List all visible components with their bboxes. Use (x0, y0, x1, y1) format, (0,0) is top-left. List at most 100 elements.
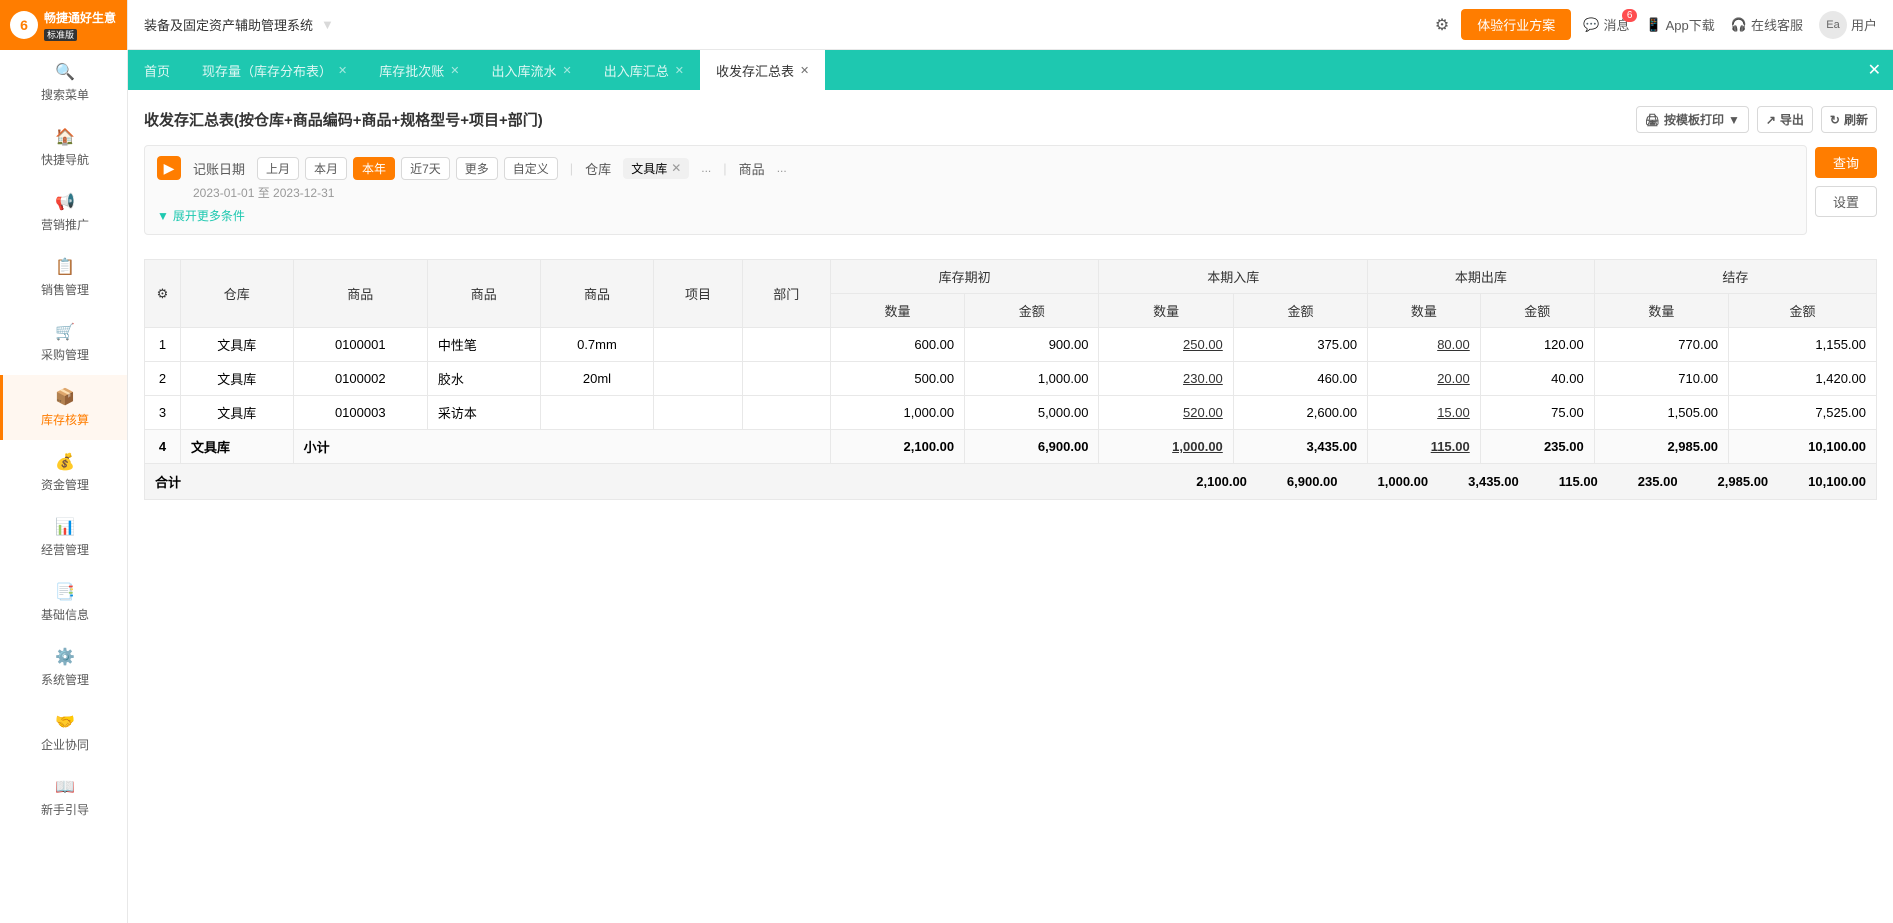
experience-btn[interactable]: 体验行业方案 (1461, 9, 1571, 40)
date-btn-7days[interactable]: 近7天 (401, 157, 450, 180)
warehouse-tag: 文具库 ✕ (623, 158, 689, 179)
sidebar-item-system[interactable]: ⚙️ 系统管理 (0, 635, 127, 700)
subtotal-out-qty[interactable]: 115.00 (1368, 430, 1481, 464)
tab-close-inventory-dist[interactable]: ✕ (338, 64, 347, 77)
page-title: 收发存汇总表(按仓库+商品编码+商品+规格型号+项目+部门) (144, 109, 543, 130)
row1-warehouse: 文具库 (181, 328, 294, 362)
row1-out-qty[interactable]: 80.00 (1368, 328, 1481, 362)
row1-in-qty-link[interactable]: 250.00 (1183, 337, 1223, 352)
date-btn-last-month[interactable]: 上月 (257, 157, 299, 180)
col-department-header: 部门 (742, 260, 830, 328)
sidebar-item-finance[interactable]: 💰 资金管理 (0, 440, 127, 505)
export-btn[interactable]: ↗ 导出 (1757, 106, 1813, 133)
warehouse-tag-close[interactable]: ✕ (671, 161, 681, 175)
goods-more-btn[interactable]: ... (777, 161, 787, 175)
total-opening-amt: 6,900.00 (1287, 474, 1338, 489)
tab-receivable-summary[interactable]: 收发存汇总表 ✕ (700, 50, 825, 90)
tab-close-inout-summary[interactable]: ✕ (675, 64, 684, 77)
sidebar-item-sales[interactable]: 📋 销售管理 (0, 245, 127, 310)
content-area: 收发存汇总表(按仓库+商品编码+商品+规格型号+项目+部门) 🖨 按模板打印 ▼… (128, 90, 1893, 923)
home-icon: 🏠 (55, 127, 75, 147)
query-btn[interactable]: 查询 (1815, 147, 1877, 178)
row1-out-amt: 120.00 (1480, 328, 1594, 362)
tab-inout-flow[interactable]: 出入库流水 ✕ (475, 50, 587, 90)
table-settings-col[interactable]: ⚙ (145, 260, 181, 328)
sidebar-item-inventory[interactable]: 📦 库存核算 (0, 375, 127, 440)
row2-no: 2 (145, 362, 181, 396)
col-warehouse-header: 仓库 (181, 260, 294, 328)
sidebar-item-marketing[interactable]: 📢 营销推广 (0, 180, 127, 245)
row2-dept (742, 362, 830, 396)
sidebar-item-enterprise[interactable]: 🤝 企业协同 (0, 700, 127, 765)
subtotal-warehouse: 文具库 (181, 430, 294, 464)
gear-icon[interactable]: ⚙ (1435, 15, 1449, 35)
row1-out-qty-link[interactable]: 80.00 (1437, 337, 1470, 352)
tab-close-inout-flow[interactable]: ✕ (563, 64, 572, 77)
app-download-item[interactable]: 📱 App下载 (1645, 15, 1714, 34)
row3-project (654, 396, 742, 430)
sidebar-item-operations[interactable]: 📊 经营管理 (0, 505, 127, 570)
col-in-amt-header: 金额 (1233, 294, 1367, 328)
row2-out-qty[interactable]: 20.00 (1368, 362, 1481, 396)
row1-spec: 0.7mm (540, 328, 654, 362)
purchase-icon: 🛒 (55, 322, 75, 342)
page-title-actions: 🖨 按模板打印 ▼ ↗ 导出 ↻ 刷新 (1636, 106, 1877, 133)
sidebar-item-search[interactable]: 🔍 搜索菜单 (0, 50, 127, 115)
chevron-down-icon: ▼ (157, 209, 169, 223)
tab-home[interactable]: 首页 (128, 50, 186, 90)
finance-icon: 💰 (55, 452, 75, 472)
row2-in-qty[interactable]: 230.00 (1099, 362, 1233, 396)
col-project-header: 项目 (654, 260, 742, 328)
row3-in-qty[interactable]: 520.00 (1099, 396, 1233, 430)
subtotal-out-qty-link[interactable]: 115.00 (1431, 439, 1470, 454)
subtotal-in-qty[interactable]: 1,000.00 (1099, 430, 1233, 464)
table-settings-icon[interactable]: ⚙ (157, 286, 169, 301)
sidebar-item-basic-info[interactable]: 📑 基础信息 (0, 570, 127, 635)
user-item[interactable]: Ea 用户 (1819, 11, 1877, 39)
row1-opening-amt: 900.00 (965, 328, 1099, 362)
warehouse-more-btn[interactable]: ... (701, 161, 711, 175)
settings-filter-btn[interactable]: 设置 (1815, 186, 1877, 217)
sidebar-item-purchase[interactable]: 🛒 采购管理 (0, 310, 127, 375)
inventory-icon: 📦 (55, 387, 75, 407)
tab-close-batch[interactable]: ✕ (450, 64, 459, 77)
online-service-item[interactable]: 🎧 在线客服 (1731, 15, 1803, 34)
sidebar-item-quick-nav[interactable]: 🏠 快捷导航 (0, 115, 127, 180)
tab-batch[interactable]: 库存批次账 ✕ (363, 50, 475, 90)
row3-closing-amt: 7,525.00 (1729, 396, 1877, 430)
subtotal-in-qty-link[interactable]: 1,000.00 (1172, 439, 1223, 454)
date-btn-this-year[interactable]: 本年 (353, 157, 395, 180)
date-btn-this-month[interactable]: 本月 (305, 157, 347, 180)
tab-inout-summary[interactable]: 出入库汇总 ✕ (588, 50, 700, 90)
col-opening-amt-header: 金额 (965, 294, 1099, 328)
date-btn-custom[interactable]: 自定义 (504, 157, 558, 180)
row3-out-qty-link[interactable]: 15.00 (1437, 405, 1470, 420)
row3-out-qty[interactable]: 15.00 (1368, 396, 1481, 430)
row2-out-qty-link[interactable]: 20.00 (1437, 371, 1470, 386)
notification-item[interactable]: 💬 消息 6 (1583, 15, 1629, 34)
expand-more-btn[interactable]: ▼ 展开更多条件 (157, 207, 1794, 224)
notification-badge: 6 (1622, 9, 1638, 22)
topbar-actions: 💬 消息 6 📱 App下载 🎧 在线客服 Ea 用户 (1583, 11, 1877, 39)
row2-in-qty-link[interactable]: 230.00 (1183, 371, 1223, 386)
row2-spec: 20ml (540, 362, 654, 396)
row1-opening-qty: 600.00 (830, 328, 964, 362)
total-closing-qty: 2,985.00 (1718, 474, 1769, 489)
date-label: 记账日期 (193, 159, 245, 178)
row2-opening-amt: 1,000.00 (965, 362, 1099, 396)
tab-inventory-dist[interactable]: 现存量（库存分布表） ✕ (186, 50, 363, 90)
row1-code: 0100001 (293, 328, 427, 362)
sidebar: 6 畅捷通好生意 标准版 🔍 搜索菜单 🏠 快捷导航 📢 营销推广 📋 销售管理 (0, 0, 128, 923)
tab-close-receivable-summary[interactable]: ✕ (800, 64, 809, 77)
row1-in-qty[interactable]: 250.00 (1099, 328, 1233, 362)
refresh-btn[interactable]: ↻ 刷新 (1821, 106, 1877, 133)
row3-in-qty-link[interactable]: 520.00 (1183, 405, 1223, 420)
tab-bar-close-btn[interactable]: ✕ (1856, 60, 1893, 80)
sales-icon: 📋 (55, 257, 75, 277)
print-btn[interactable]: 🖨 按模板打印 ▼ (1636, 106, 1749, 133)
date-btn-more[interactable]: 更多 (456, 157, 498, 180)
sidebar-item-guide[interactable]: 📖 新手引导 (0, 765, 127, 830)
table-row: 2 文具库 0100002 胶水 20ml 500.00 1,000.00 23… (145, 362, 1877, 396)
row2-out-amt: 40.00 (1480, 362, 1594, 396)
filter-toggle-btn[interactable]: ▶ (157, 156, 181, 180)
